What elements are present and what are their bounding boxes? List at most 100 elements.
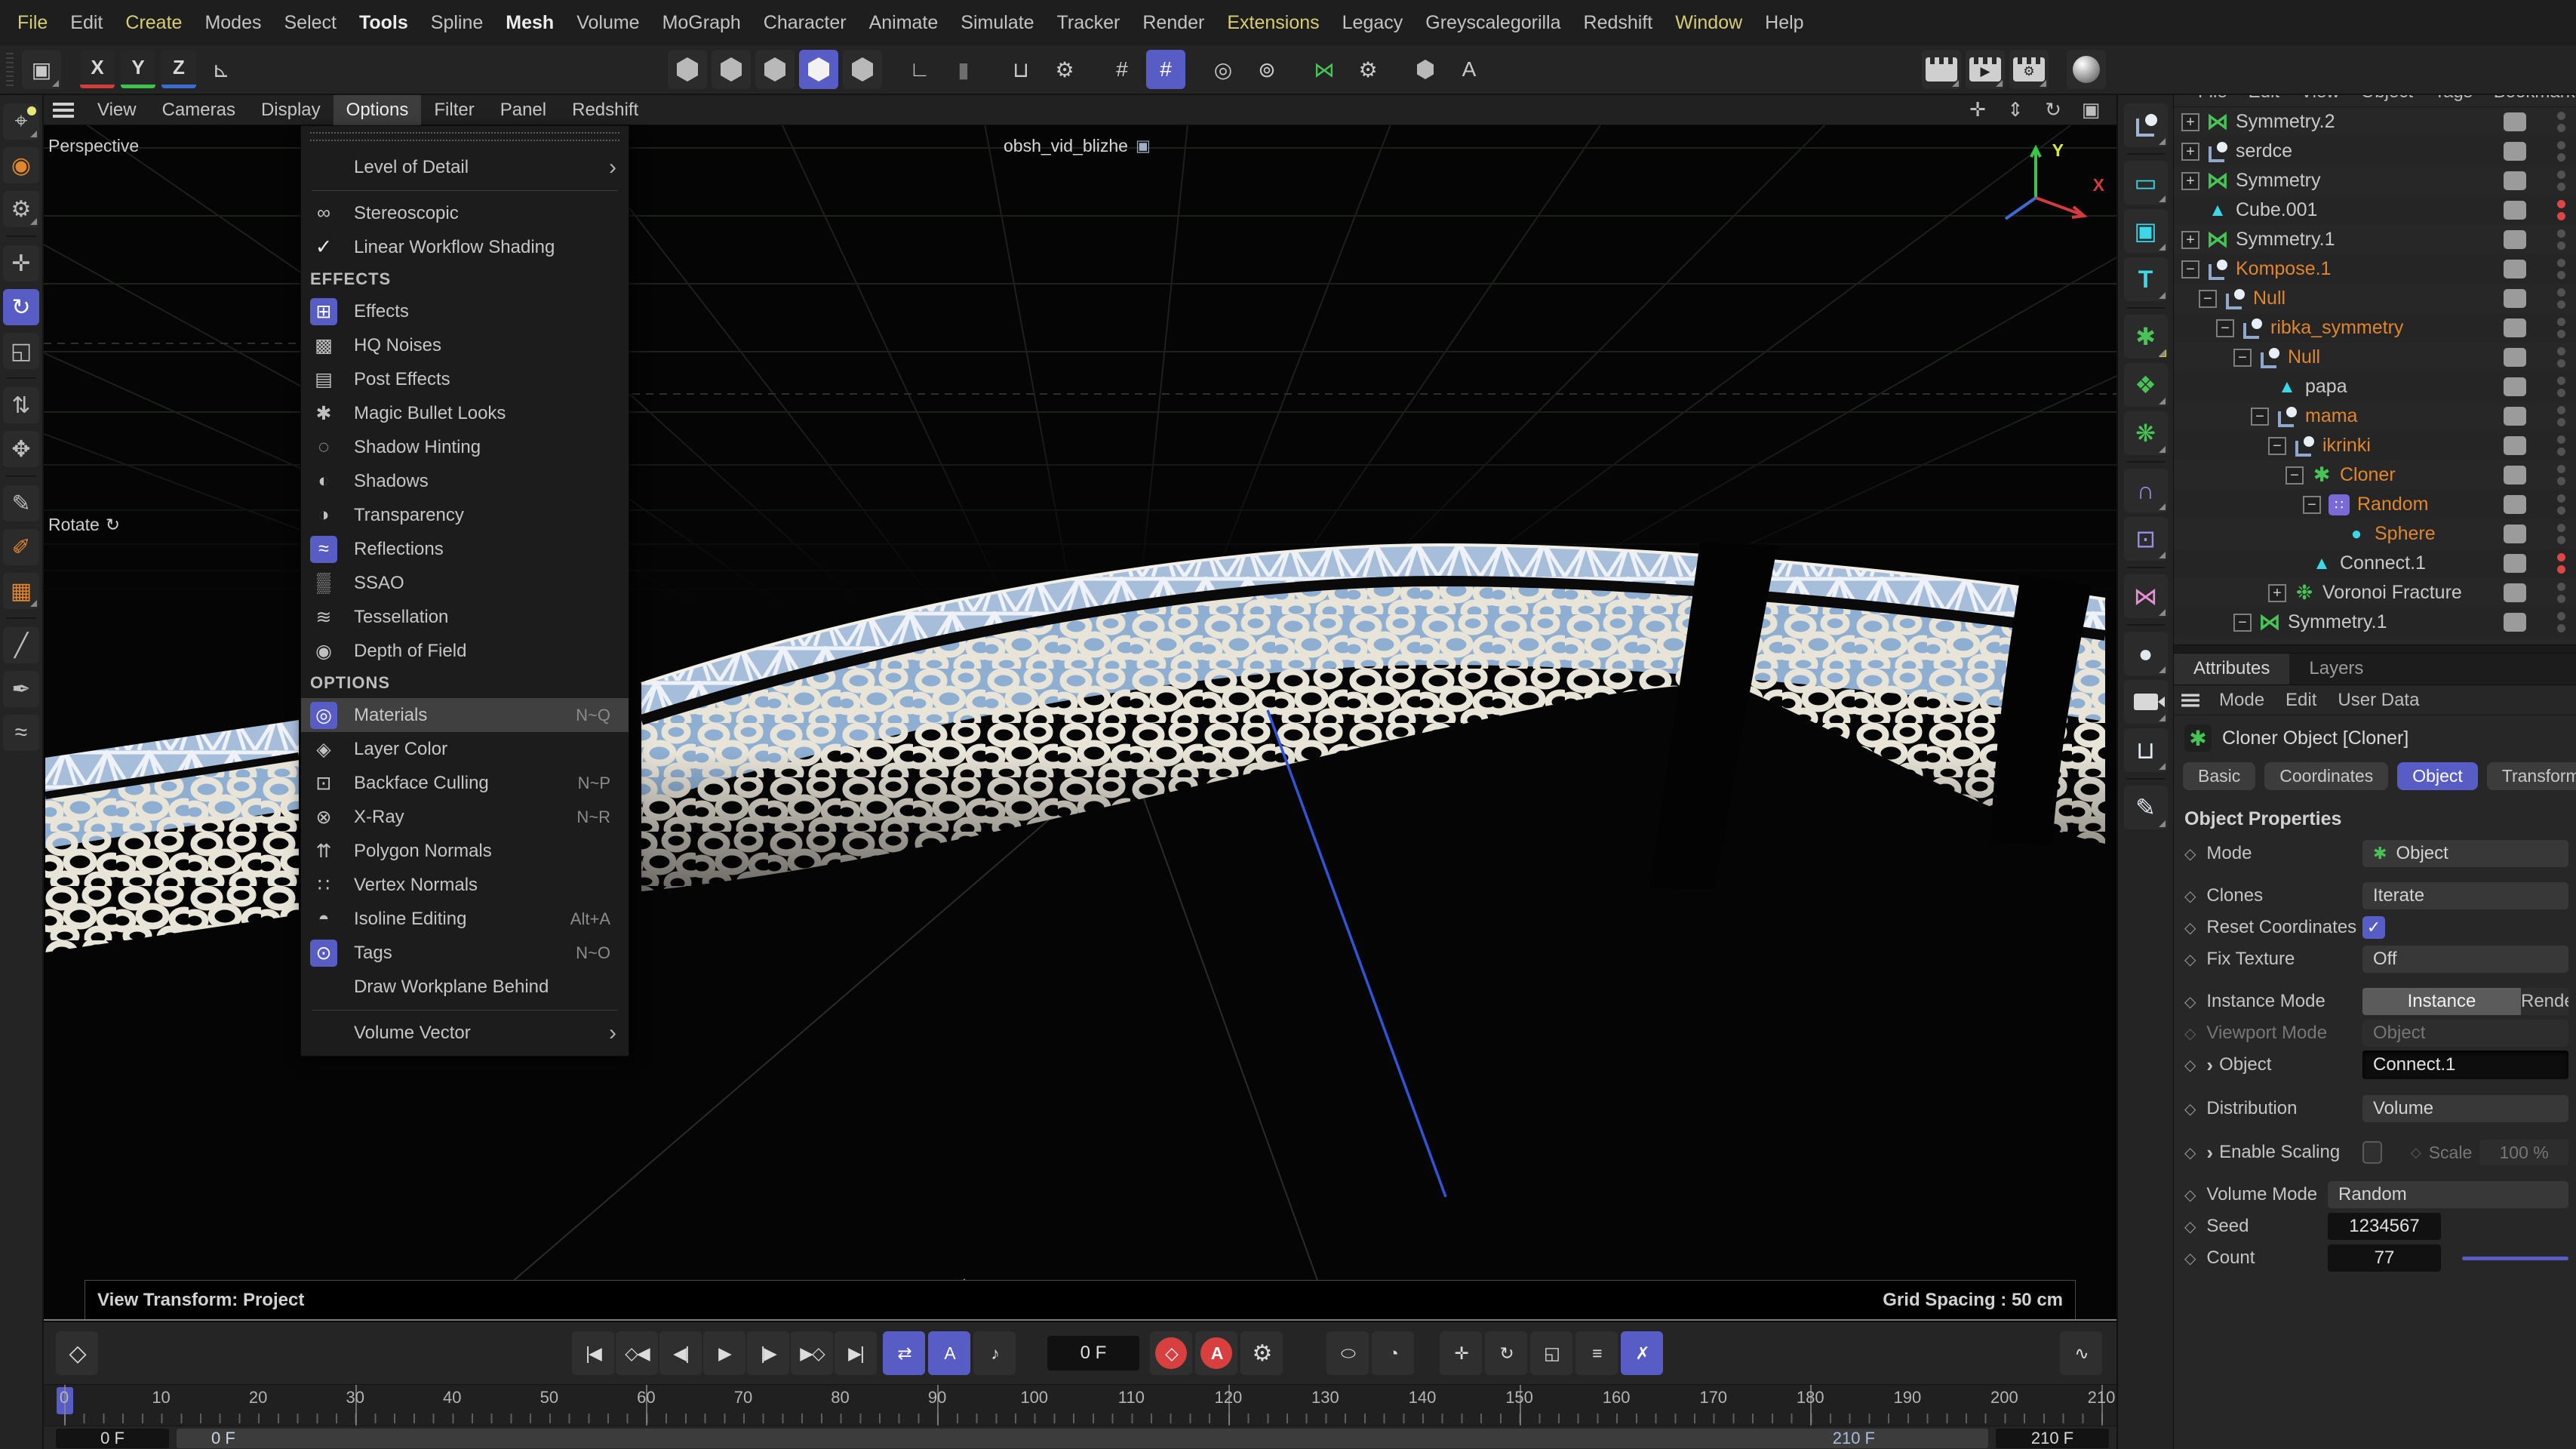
options-menu-item[interactable]: ▩ HQ Noises (301, 328, 629, 362)
options-menu-item[interactable]: ≈ Reflections (301, 532, 629, 566)
simulation-play-tool[interactable]: ◉ (3, 147, 39, 183)
sculpt-pen-tool[interactable]: ✒ (3, 671, 39, 707)
expander-icon[interactable] (2303, 495, 2321, 514)
visibility-dots[interactable] (2557, 435, 2565, 456)
add-cube-icon[interactable]: ▣ (2123, 209, 2168, 253)
grid-icon[interactable]: # (1102, 50, 1142, 89)
menubar-item[interactable]: Edit (59, 0, 114, 45)
viewport-menu-item[interactable]: View (85, 95, 149, 125)
layer-color-box[interactable] (2504, 407, 2526, 426)
tree-row[interactable]: ⋈▲✱∷●❉ Random (2174, 490, 2576, 519)
options-menu-item[interactable]: ◐ Shadows (301, 464, 629, 498)
layer-color-box[interactable] (2504, 171, 2526, 190)
zoom-view-icon[interactable]: ⇕ (2000, 98, 2030, 122)
object-name[interactable]: Sphere (2375, 523, 2436, 545)
object-name[interactable]: Symmetry.1 (2236, 229, 2335, 251)
options-menu-item[interactable]: ◎ Materials N~Q (301, 698, 629, 732)
material-manager-icon[interactable] (2067, 50, 2106, 89)
tree-row[interactable]: ⋈▲✱∷●❉ serdce (2174, 137, 2576, 166)
visibility-dots[interactable] (2557, 406, 2565, 426)
count-slider[interactable] (2462, 1256, 2568, 1260)
mesh-fragment-left[interactable] (45, 720, 300, 952)
expander-icon[interactable] (2181, 142, 2199, 161)
object-name[interactable]: ikrinki (2322, 435, 2371, 457)
tree-row[interactable]: ⋈▲✱∷●❉ Null (2174, 284, 2576, 313)
options-menu-item[interactable]: EFFECTS (301, 264, 629, 294)
tree-row[interactable]: ⋈▲✱∷●❉ mama (2174, 401, 2576, 431)
layer-color-box[interactable] (2504, 583, 2526, 602)
count-input[interactable]: 77 (2328, 1244, 2441, 1272)
visibility-dots[interactable] (2557, 318, 2565, 338)
layer-color-box[interactable] (2504, 554, 2526, 573)
menubar-item[interactable]: Animate (858, 0, 950, 45)
add-spline-icon[interactable]: ▭ (2123, 161, 2168, 205)
layer-color-box[interactable] (2504, 436, 2526, 455)
mode-polygons-icon[interactable] (755, 50, 795, 89)
tree-row[interactable]: ⋈▲✱∷●❉ Cube.001 (2174, 195, 2576, 225)
panel-divider[interactable] (2174, 645, 2576, 654)
add-material-icon[interactable]: ✎ (2123, 786, 2168, 829)
tree-row[interactable]: ⋈▲✱∷●❉ ribka_symmetry (2174, 313, 2576, 343)
hex-lock-icon[interactable] (1406, 50, 1445, 89)
visibility-dots[interactable] (2557, 229, 2565, 250)
record-keyframe-button[interactable]: ◇ (1150, 1331, 1192, 1375)
layer-color-box[interactable] (2504, 525, 2526, 543)
menubar-item[interactable]: Window (1664, 0, 1754, 45)
axis-lock-z-button[interactable]: Z (161, 51, 196, 88)
menubar-item[interactable]: Render (1131, 0, 1216, 45)
layer-color-box[interactable] (2504, 230, 2526, 249)
add-camera-icon[interactable] (2123, 680, 2168, 724)
current-frame-field[interactable]: 0 F (1047, 1336, 1139, 1371)
toggle-view-icon[interactable]: ▣ (2076, 98, 2106, 122)
fix-texture-dropdown[interactable]: Off (2362, 946, 2568, 973)
loop-playback-button[interactable]: ⇄ (883, 1331, 925, 1375)
attributes-menu-item[interactable]: Mode (2209, 690, 2275, 711)
object-name[interactable]: ribka_symmetry (2270, 317, 2403, 339)
object-name[interactable]: Symmetry (2236, 170, 2321, 192)
visibility-dots[interactable] (2557, 377, 2565, 397)
range-slider[interactable]: 0 F 210 F (177, 1429, 1988, 1448)
viewport-menu-item[interactable]: Redshift (559, 95, 651, 125)
viewport-hamburger-icon[interactable] (53, 102, 74, 118)
menubar-item[interactable]: Spline (420, 0, 495, 45)
rotate-view-icon[interactable]: ↻ (2038, 98, 2068, 122)
spline-smooth-tool[interactable]: ≈ (3, 715, 39, 751)
keyframe-selection-button[interactable]: ⬭ (1326, 1331, 1369, 1375)
record-pla-toggle[interactable]: ✗ (1621, 1331, 1663, 1375)
seed-input[interactable]: 1234567 (2328, 1213, 2441, 1240)
options-menu-item[interactable]: ◑ Transparency (301, 498, 629, 532)
tree-row[interactable]: ⋈▲✱∷●❉ Symmetry.2 (2174, 107, 2576, 137)
object-name[interactable]: Symmetry.1 (2288, 611, 2387, 633)
expander-icon[interactable] (2216, 318, 2234, 337)
visibility-dots[interactable] (2557, 494, 2565, 515)
tab-layers[interactable]: Layers (2289, 654, 2383, 685)
record-rotation-toggle[interactable]: ↻ (1485, 1331, 1527, 1375)
tree-row[interactable]: ⋈▲✱∷●❉ Null (2174, 343, 2576, 372)
axis-lock-x-button[interactable]: X (80, 51, 115, 88)
options-menu-item[interactable]: Draw Workplane Behind (301, 970, 629, 1004)
symmetry-settings-icon[interactable]: ⚙ (1348, 50, 1388, 89)
expand-arrow-icon[interactable]: › (2206, 1055, 2213, 1075)
options-menu-item[interactable]: ◓ Isoline Editing Alt+A (301, 902, 629, 936)
object-name[interactable]: Connect.1 (2340, 552, 2426, 574)
tree-row[interactable]: ⋈▲✱∷●❉ Connect.1 (2174, 549, 2576, 578)
attributes-hamburger-icon[interactable] (2181, 694, 2199, 706)
menubar-item[interactable]: Redshift (1572, 0, 1665, 45)
expander-icon[interactable] (2181, 230, 2199, 249)
tree-row[interactable]: ⋈▲✱∷●❉ papa (2174, 372, 2576, 401)
options-menu-item[interactable]: ⇈ Polygon Normals (301, 834, 629, 868)
menubar-item[interactable]: Character (752, 0, 858, 45)
visibility-dots[interactable] (2557, 171, 2565, 191)
quantize-grid-icon[interactable]: # (1146, 50, 1185, 89)
menubar-item[interactable]: Greyscalegorilla (1414, 0, 1572, 45)
instance-mode-segmented[interactable]: Instance Rende (2362, 988, 2568, 1015)
viewport-menu-item[interactable]: Filter (421, 95, 487, 125)
options-menu-item[interactable]: ◈ Layer Color (301, 732, 629, 766)
options-menu-item[interactable]: ▤ Post Effects (301, 362, 629, 396)
object-name[interactable]: Cube.001 (2236, 199, 2317, 221)
expander-icon[interactable] (2268, 583, 2286, 602)
visibility-dots[interactable] (2557, 524, 2565, 544)
mode-dropdown[interactable]: ✱ Object (2362, 840, 2568, 867)
snap-settings-icon[interactable]: ⚙ (1045, 50, 1084, 89)
mesh-arch-main[interactable] (639, 543, 2107, 891)
